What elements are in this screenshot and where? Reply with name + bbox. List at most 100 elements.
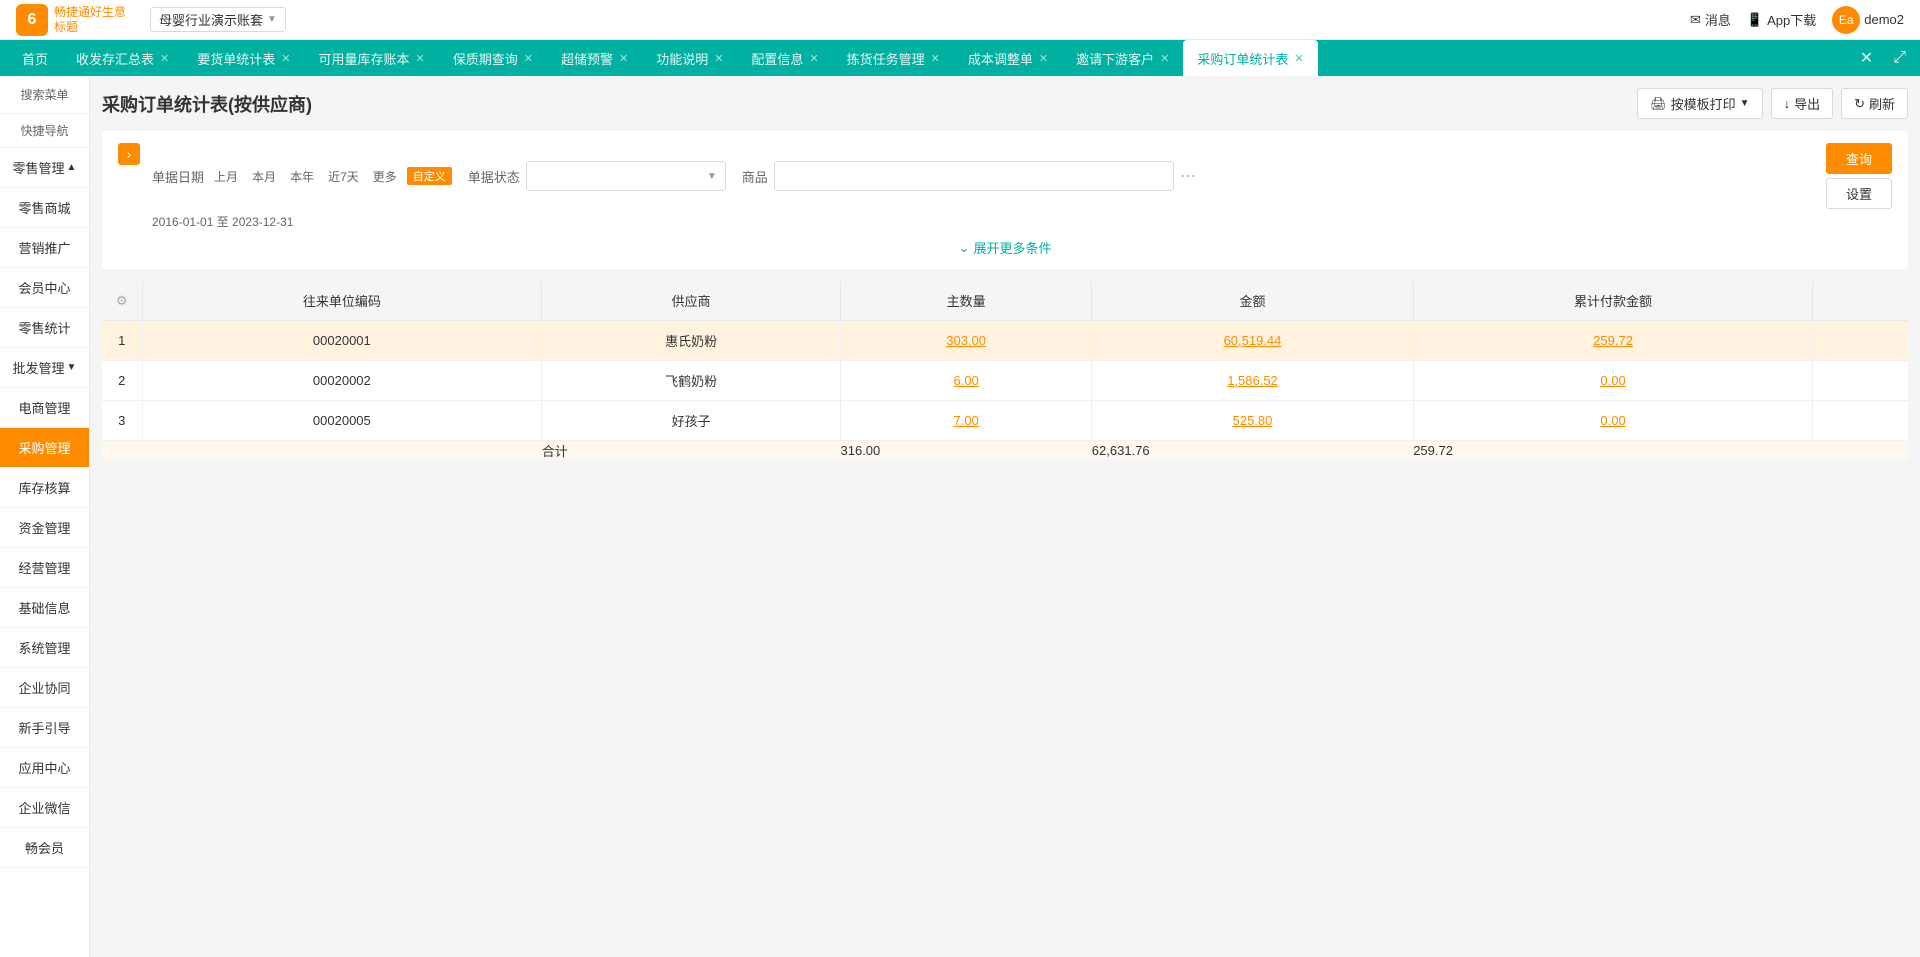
chevron-down-icon: ▼ — [267, 14, 277, 25]
expand-more-button[interactable]: ⌄ 展开更多条件 — [118, 238, 1892, 257]
goods-input[interactable] — [774, 161, 1174, 191]
chevron-down-icon: ⌄ — [959, 240, 970, 256]
paid-link[interactable]: 0.00 — [1600, 373, 1625, 388]
app-download-button[interactable]: 📱 App下载 — [1747, 10, 1816, 29]
setting-icon[interactable]: ⚙ — [116, 293, 128, 308]
query-button[interactable]: 查询 — [1826, 143, 1892, 174]
sidebar-item-marketing[interactable]: 营销推广 — [0, 228, 89, 268]
export-icon: ↓ — [1784, 96, 1791, 111]
page-title: 采购订单统计表(按供应商) — [102, 91, 312, 117]
tab-purchase-order-stat[interactable]: 采购订单统计表 ✕ — [1183, 40, 1317, 76]
tab-config-info[interactable]: 配置信息 ✕ — [737, 40, 832, 76]
workspace-selector[interactable]: 母婴行业演示账套 ▼ — [150, 7, 286, 32]
close-icon[interactable]: ✕ — [1294, 52, 1303, 65]
amount-link[interactable]: 1,586.52 — [1227, 373, 1278, 388]
filter-toggle-button[interactable]: › — [118, 143, 140, 165]
col-spacer — [1813, 281, 1908, 321]
tab-usable-stock[interactable]: 可用量库存账本 ✕ — [304, 40, 438, 76]
amount-link[interactable]: 60,519.44 — [1224, 333, 1282, 348]
nav-tabs-end: ✕ ⤢ — [1854, 46, 1912, 70]
sidebar-item-capital-mgmt[interactable]: 资金管理 — [0, 508, 89, 548]
close-icon[interactable]: ✕ — [714, 52, 723, 65]
sidebar-menu: 零售管理 ▲ 零售商城 营销推广 会员中心 零售统计 批发管理 ▼ 电商管理 采… — [0, 148, 89, 957]
tab-function-desc[interactable]: 功能说明 ✕ — [642, 40, 737, 76]
top-bar-left: 6 畅捷通好生意 标题 母婴行业演示账套 ▼ — [16, 4, 286, 36]
close-tab-button[interactable]: ✕ — [1854, 46, 1879, 70]
top-bar-right: ✉ 消息 📱 App下载 Ea demo2 — [1690, 6, 1904, 34]
tab-cost-adjust[interactable]: 成本调整单 ✕ — [954, 40, 1062, 76]
sidebar-item-enterprise-collab[interactable]: 企业协同 — [0, 668, 89, 708]
refresh-icon: ↻ — [1854, 96, 1865, 112]
sidebar-item-member-center[interactable]: 会员中心 — [0, 268, 89, 308]
date-this-month[interactable]: 本月 — [248, 166, 280, 187]
qty-link[interactable]: 7.00 — [953, 413, 978, 428]
close-icon[interactable]: ✕ — [809, 52, 818, 65]
sidebar-item-retail-stats[interactable]: 零售统计 — [0, 308, 89, 348]
restore-tab-button[interactable]: ⤢ — [1887, 47, 1912, 69]
action-buttons: 查询 设置 — [1826, 143, 1892, 209]
sidebar-item-enterprise-wechat[interactable]: 企业微信 — [0, 788, 89, 828]
refresh-button[interactable]: ↻ 刷新 — [1841, 88, 1908, 119]
sidebar-item-retail-mall[interactable]: 零售商城 — [0, 188, 89, 228]
status-filter-group: 单据状态 ▼ — [468, 161, 726, 191]
export-button[interactable]: ↓ 导出 — [1771, 88, 1834, 119]
user-profile[interactable]: Ea demo2 — [1832, 6, 1904, 34]
col-qty: 主数量 — [841, 281, 1092, 321]
sidebar-item-purchase-mgmt[interactable]: 采购管理 — [0, 428, 89, 468]
date-this-year[interactable]: 本年 — [286, 166, 318, 187]
sidebar-item-new-user-guide[interactable]: 新手引导 — [0, 708, 89, 748]
col-amount: 金额 — [1092, 281, 1413, 321]
avatar: Ea — [1832, 6, 1860, 34]
sidebar-item-app-center[interactable]: 应用中心 — [0, 748, 89, 788]
sidebar-item-inventory-check[interactable]: 库存核算 — [0, 468, 89, 508]
sidebar-item-quick-nav[interactable]: 快捷导航 — [0, 114, 89, 148]
arrow-icon: ▼ — [67, 362, 77, 373]
tab-receive-summary[interactable]: 收发存汇总表 ✕ — [62, 40, 183, 76]
close-icon[interactable]: ✕ — [1160, 52, 1169, 65]
qty-link[interactable]: 303.00 — [946, 333, 986, 348]
table-row: 2 00020002 飞鹤奶粉 6.00 1,586.52 0.00 — [102, 361, 1908, 401]
close-icon[interactable]: ✕ — [1039, 52, 1048, 65]
close-icon[interactable]: ✕ — [619, 52, 628, 65]
goods-more-icon[interactable]: ⋯ — [1180, 166, 1196, 186]
tab-home[interactable]: 首页 — [8, 40, 62, 76]
close-icon[interactable]: ✕ — [416, 52, 425, 65]
col-paid: 累计付款金额 — [1413, 281, 1813, 321]
close-icon[interactable]: ✕ — [160, 52, 169, 65]
filter-area: › 单据日期 上月 本月 本年 近7天 更多 自定义 — [102, 131, 1908, 269]
status-select[interactable]: ▼ — [526, 161, 726, 191]
sidebar-item-ecommerce-mgmt[interactable]: 电商管理 — [0, 388, 89, 428]
chevron-down-icon: ▼ — [707, 171, 717, 182]
tab-invite-downstream[interactable]: 邀请下游客户 ✕ — [1062, 40, 1183, 76]
date-7days[interactable]: 近7天 — [324, 166, 363, 187]
date-last-month[interactable]: 上月 — [210, 166, 242, 187]
paid-link[interactable]: 0.00 — [1600, 413, 1625, 428]
sidebar-item-search[interactable]: 搜索菜单 — [0, 76, 89, 114]
close-icon[interactable]: ✕ — [524, 52, 533, 65]
data-table: ⚙ 往来单位编码 供应商 主数量 金额 累计付款金额 1 00020001 — [102, 281, 1908, 460]
amount-link[interactable]: 525.80 — [1233, 413, 1273, 428]
date-custom-tag[interactable]: 自定义 — [407, 167, 452, 185]
message-button[interactable]: ✉ 消息 — [1690, 10, 1731, 29]
qty-link[interactable]: 6.00 — [953, 373, 978, 388]
tab-pickup-task[interactable]: 拣货任务管理 ✕ — [833, 40, 954, 76]
sidebar-item-vip-member[interactable]: 畅会员 — [0, 828, 89, 868]
col-setting: ⚙ — [102, 281, 142, 321]
close-icon[interactable]: ✕ — [931, 52, 940, 65]
chevron-right-icon: › — [127, 146, 132, 162]
tab-warranty-query[interactable]: 保质期查询 ✕ — [439, 40, 547, 76]
sidebar-item-system-mgmt[interactable]: 系统管理 — [0, 628, 89, 668]
close-icon[interactable]: ✕ — [281, 52, 290, 65]
paid-link[interactable]: 259.72 — [1593, 333, 1633, 348]
tab-overstock-warning[interactable]: 超储预警 ✕ — [547, 40, 642, 76]
sidebar-item-basic-info[interactable]: 基础信息 — [0, 588, 89, 628]
sidebar-item-retail-mgmt[interactable]: 零售管理 ▲ — [0, 148, 89, 188]
tab-order-summary[interactable]: 要货单统计表 ✕ — [183, 40, 304, 76]
sidebar-item-operations-mgmt[interactable]: 经营管理 — [0, 548, 89, 588]
table-row: 1 00020001 惠氏奶粉 303.00 60,519.44 259.72 — [102, 321, 1908, 361]
print-button[interactable]: 🖨 按模板打印 ▼ — [1637, 88, 1762, 119]
sidebar-item-wholesale-mgmt[interactable]: 批发管理 ▼ — [0, 348, 89, 388]
chevron-down-icon: ▼ — [1740, 98, 1750, 109]
setting-button[interactable]: 设置 — [1826, 178, 1892, 209]
date-more[interactable]: 更多 — [369, 166, 401, 187]
